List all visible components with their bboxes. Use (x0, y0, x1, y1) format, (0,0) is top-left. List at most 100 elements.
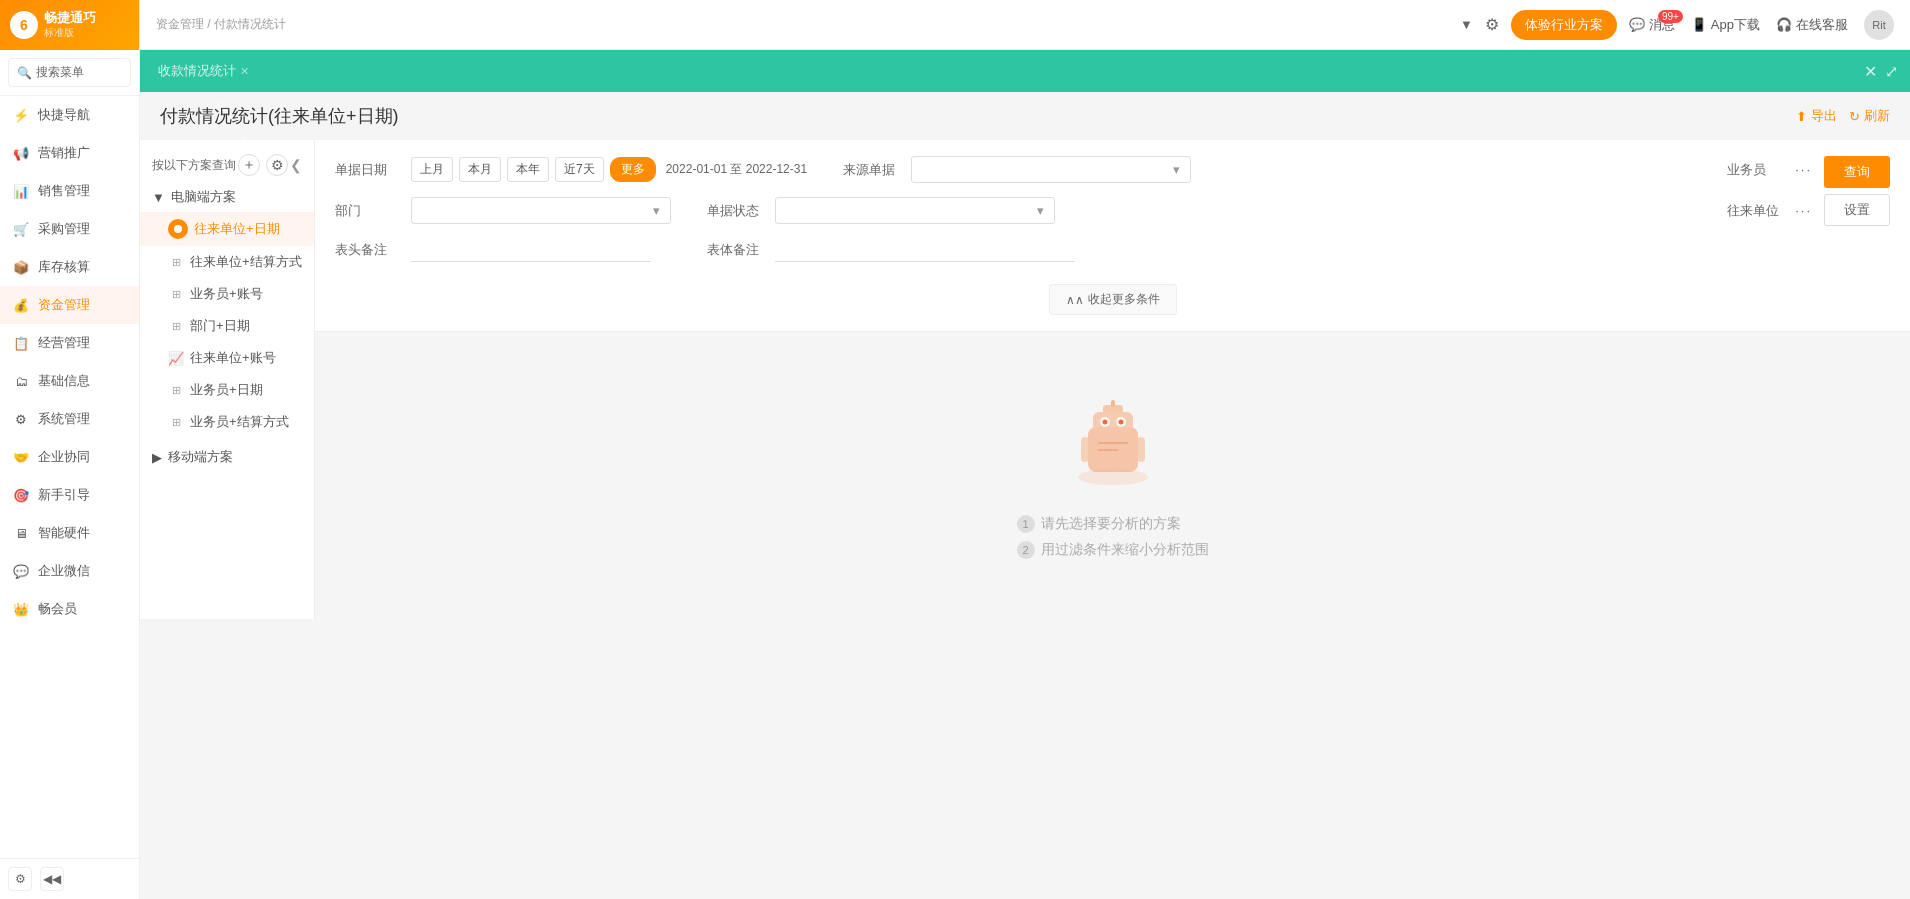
hint-item-2: 2 用过滤条件来缩小分析范围 (1017, 541, 1209, 559)
sidebar-item-hardware[interactable]: 🖥 智能硬件 (0, 514, 139, 552)
svg-point-7 (1118, 420, 1123, 425)
scheme-item-partner-date[interactable]: 往来单位+日期 (140, 212, 314, 246)
refresh-icon: ↻ (1849, 109, 1860, 124)
sidebar-item-finance[interactable]: 💰 资金管理 (0, 286, 139, 324)
sidebar-item-member[interactable]: 👑 畅会员 (0, 590, 139, 628)
sidebar-item-system[interactable]: ⚙ 系统管理 (0, 400, 139, 438)
tab-receivables[interactable]: 收款情况统计✕ (144, 54, 289, 88)
sidebar-label-operations: 经营管理 (38, 334, 90, 352)
source-select-arrow: ▾ (1173, 162, 1180, 177)
dept-select-arrow: ▾ (653, 203, 660, 218)
docstatus-select[interactable]: ▾ (775, 197, 1055, 224)
sidebar-label-enterprise: 企业协同 (38, 448, 90, 466)
sidebar-item-wechat[interactable]: 💬 企业微信 (0, 552, 139, 590)
settings-filter-btn[interactable]: 设置 (1824, 194, 1890, 226)
nav-dropdown-icon[interactable]: ▼ (1460, 17, 1473, 32)
header-note-label: 表头备注 (335, 241, 395, 259)
date-opt-7days[interactable]: 近7天 (555, 157, 604, 182)
body-note-input[interactable] (775, 238, 1075, 262)
scheme-panel-header: 按以下方案查询 ＋ ⚙ ❮ (140, 148, 314, 182)
mobile-group-label: 移动端方案 (168, 448, 233, 466)
scheme-item-partner-account[interactable]: 📈往来单位+账号 (140, 342, 314, 374)
date-range-display: 2022-01-01 至 2022-12-31 (666, 161, 807, 178)
online-service-btn[interactable]: 🎧 在线客服 (1776, 16, 1848, 34)
sidebar-item-purchase[interactable]: 🛒 采购管理 (0, 210, 139, 248)
breadcrumb: 资金管理 / 付款情况统计 (156, 16, 1448, 33)
online-service-label: 在线客服 (1796, 16, 1848, 34)
sidebar-item-marketing[interactable]: 📢 营销推广 (0, 134, 139, 172)
add-scheme-btn[interactable]: ＋ (238, 154, 260, 176)
sidebar-label-quick-nav: 快捷导航 (38, 106, 90, 124)
app-edition: 标准版 (44, 26, 96, 40)
partner-filter-dots[interactable]: ··· (1795, 203, 1812, 218)
tab-close-cashflow[interactable]: ✕ (266, 31, 275, 44)
refresh-btn[interactable]: ↻ 刷新 (1849, 107, 1890, 125)
sidebar-item-operations[interactable]: 📋 经营管理 (0, 324, 139, 362)
query-btn[interactable]: 查询 (1824, 156, 1890, 188)
page-header: 付款情况统计(往来单位+日期) ⬆ 导出 ↻ 刷新 (140, 92, 1910, 140)
sidebar-label-wechat: 企业微信 (38, 562, 90, 580)
source-filter-label: 来源单据 (843, 161, 903, 179)
date-opt-more[interactable]: 更多 (610, 157, 656, 182)
close-tab-icon[interactable]: ✕ (1864, 62, 1877, 81)
topbar-settings-icon[interactable]: ⚙ (1485, 15, 1499, 34)
trial-btn[interactable]: 体验行业方案 (1511, 10, 1617, 40)
collapse-sidebar-icon[interactable]: ◀◀ (40, 867, 64, 891)
sales-filter-dots[interactable]: ··· (1795, 162, 1812, 177)
export-icon: ⬆ (1796, 109, 1807, 124)
messages-btn[interactable]: 💬 消息 99+ (1629, 16, 1675, 34)
mobile-group-toggle[interactable]: ▶ 移动端方案 (140, 442, 314, 472)
sidebar-icon-guide: 🎯 (12, 486, 30, 504)
scheme-item-sales-date[interactable]: ⊞业务员+日期 (140, 374, 314, 406)
tab-label-home: 首页 (158, 0, 184, 12)
hint-text-2: 用过滤条件来缩小分析范围 (1041, 541, 1209, 559)
sidebar-label-marketing: 营销推广 (38, 144, 90, 162)
sidebar-item-basicinfo[interactable]: 🗂 基础信息 (0, 362, 139, 400)
settings-icon[interactable]: ⚙ (8, 867, 32, 891)
dept-select[interactable]: ▾ (411, 197, 671, 224)
avatar[interactable]: Rit (1864, 10, 1894, 40)
scheme-item-sales-settlement[interactable]: ⊞业务员+结算方式 (140, 406, 314, 438)
scheme-items-list: 往来单位+日期⊞往来单位+结算方式⊞业务员+账号⊞部门+日期📈往来单位+账号⊞业… (140, 212, 314, 438)
tab-home[interactable]: 首页 (144, 0, 289, 20)
header-note-input[interactable] (411, 238, 651, 262)
settings-scheme-btn[interactable]: ⚙ (266, 154, 288, 176)
scheme-item-dept-date[interactable]: ⊞部门+日期 (140, 310, 314, 342)
tab-close-payables[interactable]: ✕ (240, 133, 249, 146)
sidebar-item-guide[interactable]: 🎯 新手引导 (0, 476, 139, 514)
source-select[interactable]: ▾ (911, 156, 1191, 183)
sidebar-item-sales[interactable]: 📊 销售管理 (0, 172, 139, 210)
sidebar-label-guide: 新手引导 (38, 486, 90, 504)
sidebar-item-inventory[interactable]: 📦 库存核算 (0, 248, 139, 286)
scheme-item-partner-settlement[interactable]: ⊞往来单位+结算方式 (140, 246, 314, 278)
topbar-right: 💬 消息 99+ 📱 App下载 🎧 在线客服 Rit (1629, 10, 1894, 40)
scheme-label-sales-account: 业务员+账号 (190, 285, 263, 303)
sidebar: 6 畅捷通巧 标准版 🔍 搜索菜单 ⚡ 快捷导航 📢 营销推广 📊 销售管理 🛒… (0, 0, 140, 899)
app-download-btn[interactable]: 📱 App下载 (1691, 16, 1760, 34)
app-download-label: App下载 (1711, 16, 1760, 34)
date-opt-this-year[interactable]: 本年 (507, 157, 549, 182)
tab-cashflow[interactable]: 现金银行流水查询✕ (144, 20, 289, 54)
scheme-label-partner-settlement: 往来单位+结算方式 (190, 253, 302, 271)
search-menu-label: 搜索菜单 (36, 64, 84, 81)
collapse-filter-btn[interactable]: ∧∧ 收起更多条件 (1049, 284, 1177, 315)
sidebar-label-inventory: 库存核算 (38, 258, 90, 276)
export-btn[interactable]: ⬆ 导出 (1796, 107, 1837, 125)
collapse-scheme-btn[interactable]: ❮ (290, 157, 302, 173)
search-menu-button[interactable]: 🔍 搜索菜单 (8, 58, 131, 87)
sidebar-icon-member: 👑 (12, 600, 30, 618)
empty-state: 1 请先选择要分析的方案 2 用过滤条件来缩小分析范围 (315, 332, 1910, 619)
scheme-grid-icon: ⊞ (168, 382, 184, 398)
date-opt-this-month[interactable]: 本月 (459, 157, 501, 182)
sidebar-item-enterprise[interactable]: 🤝 企业协同 (0, 438, 139, 476)
sidebar-label-member: 畅会员 (38, 600, 77, 618)
expand-tab-icon[interactable]: ⤢ (1885, 62, 1898, 81)
tab-close-receivables[interactable]: ✕ (240, 65, 249, 78)
date-opt-last-month[interactable]: 上月 (411, 157, 453, 182)
scheme-label-dept-date: 部门+日期 (190, 317, 250, 335)
desktop-group-toggle[interactable]: ▼ 电脑端方案 (140, 182, 314, 212)
sidebar-item-quick-nav[interactable]: ⚡ 快捷导航 (0, 96, 139, 134)
tab-close-new-plan[interactable]: ✕ (214, 99, 223, 112)
scheme-item-sales-account[interactable]: ⊞业务员+账号 (140, 278, 314, 310)
body-note-label: 表体备注 (707, 241, 767, 259)
